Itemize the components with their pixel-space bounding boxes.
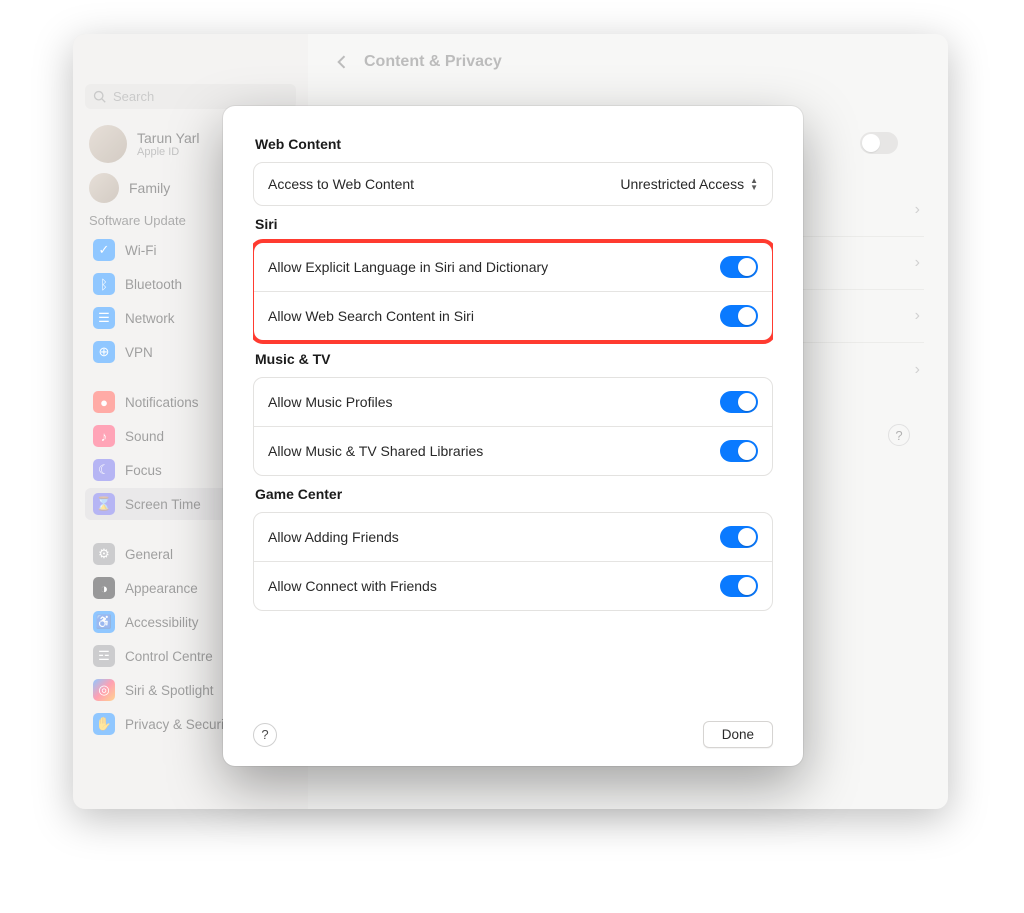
select-value: Unrestricted Access (620, 176, 744, 192)
allow-web-search-siri-row: Allow Web Search Content in Siri (254, 291, 772, 340)
allow-explicit-language-row: Allow Explicit Language in Siri and Dict… (254, 243, 772, 291)
family-avatar (89, 173, 119, 203)
section-title-game: Game Center (255, 486, 771, 502)
background-help-button[interactable]: ? (888, 424, 910, 446)
sheet-footer: ? Done (253, 709, 773, 748)
avatar (89, 125, 127, 163)
vpn-icon: ⊕ (93, 341, 115, 363)
siri-icon: ◎ (93, 679, 115, 701)
allow-explicit-language-toggle[interactable] (720, 256, 758, 278)
main-pane: Content & Privacy (308, 34, 948, 90)
allow-shared-libraries-row: Allow Music & TV Shared Libraries (254, 426, 772, 475)
hand-icon: ✋ (93, 713, 115, 735)
row-label: Allow Music & TV Shared Libraries (268, 443, 483, 459)
allow-adding-friends-toggle[interactable] (720, 526, 758, 548)
stepper-icon: ▲▼ (750, 177, 758, 191)
allow-web-search-siri-toggle[interactable] (720, 305, 758, 327)
breadcrumb: Content & Privacy (332, 52, 924, 72)
search-placeholder: Search (113, 89, 154, 104)
row-label: Allow Web Search Content in Siri (268, 308, 474, 324)
sidebar-item-label: Siri & Spotlight (125, 683, 214, 698)
access-web-content-row[interactable]: Access to Web Content Unrestricted Acces… (254, 163, 772, 205)
allow-shared-libraries-toggle[interactable] (720, 440, 758, 462)
account-sub: Apple ID (137, 146, 200, 158)
allow-music-profiles-toggle[interactable] (720, 391, 758, 413)
page-title: Content & Privacy (364, 53, 502, 71)
sidebar-item-label: Network (125, 311, 175, 326)
sound-icon: ♪ (93, 425, 115, 447)
allow-connect-friends-row: Allow Connect with Friends (254, 561, 772, 610)
sidebar-item-label: Appearance (125, 581, 198, 596)
section-title-siri: Siri (255, 216, 771, 232)
bell-icon: ● (93, 391, 115, 413)
account-name: Tarun Yarl (137, 130, 200, 146)
sliders-icon: ☲ (93, 645, 115, 667)
hourglass-icon: ⌛ (93, 493, 115, 515)
chevron-right-icon: › (915, 307, 920, 325)
chevron-right-icon: › (915, 361, 920, 379)
sidebar-item-label: Privacy & Security (125, 717, 235, 732)
section-title-web: Web Content (255, 136, 771, 152)
sidebar-item-label: Wi-Fi (125, 243, 156, 258)
network-icon: ☰ (93, 307, 115, 329)
chevron-right-icon: › (915, 254, 920, 272)
sidebar-item-label: Control Centre (125, 649, 213, 664)
back-button[interactable] (332, 52, 352, 72)
row-label: Allow Connect with Friends (268, 578, 437, 594)
web-content-card: Access to Web Content Unrestricted Acces… (253, 162, 773, 206)
appearance-icon: ◑ (93, 577, 115, 599)
sidebar-item-label: General (125, 547, 173, 562)
sidebar-item-label: Accessibility (125, 615, 199, 630)
accessibility-icon: ♿ (93, 611, 115, 633)
gear-icon: ⚙ (93, 543, 115, 565)
game-center-card: Allow Adding Friends Allow Connect with … (253, 512, 773, 611)
allow-connect-friends-toggle[interactable] (720, 575, 758, 597)
background-toggle[interactable] (860, 132, 898, 154)
sidebar-item-label: Notifications (125, 395, 199, 410)
moon-icon: ☾ (93, 459, 115, 481)
sidebar-item-label: Screen Time (125, 497, 201, 512)
allow-adding-friends-row: Allow Adding Friends (254, 513, 772, 561)
access-web-content-select[interactable]: Unrestricted Access ▲▼ (620, 176, 758, 192)
content-privacy-sheet: Web Content Access to Web Content Unrest… (223, 106, 803, 766)
sidebar-item-label: Focus (125, 463, 162, 478)
row-label: Allow Music Profiles (268, 394, 392, 410)
siri-card-highlighted: Allow Explicit Language in Siri and Dict… (253, 242, 773, 341)
wifi-icon: ✓ (93, 239, 115, 261)
sidebar-item-label: Sound (125, 429, 164, 444)
row-label: Allow Adding Friends (268, 529, 399, 545)
bluetooth-icon: ᛒ (93, 273, 115, 295)
search-icon (93, 90, 107, 104)
chevron-right-icon: › (915, 201, 920, 219)
family-label: Family (129, 180, 170, 196)
row-label: Access to Web Content (268, 176, 414, 192)
help-button[interactable]: ? (253, 723, 277, 747)
sidebar-item-label: VPN (125, 345, 153, 360)
sidebar-item-label: Bluetooth (125, 277, 182, 292)
done-button[interactable]: Done (703, 721, 773, 748)
music-tv-card: Allow Music Profiles Allow Music & TV Sh… (253, 377, 773, 476)
allow-music-profiles-row: Allow Music Profiles (254, 378, 772, 426)
section-title-music: Music & TV (255, 351, 771, 367)
row-label: Allow Explicit Language in Siri and Dict… (268, 259, 548, 275)
